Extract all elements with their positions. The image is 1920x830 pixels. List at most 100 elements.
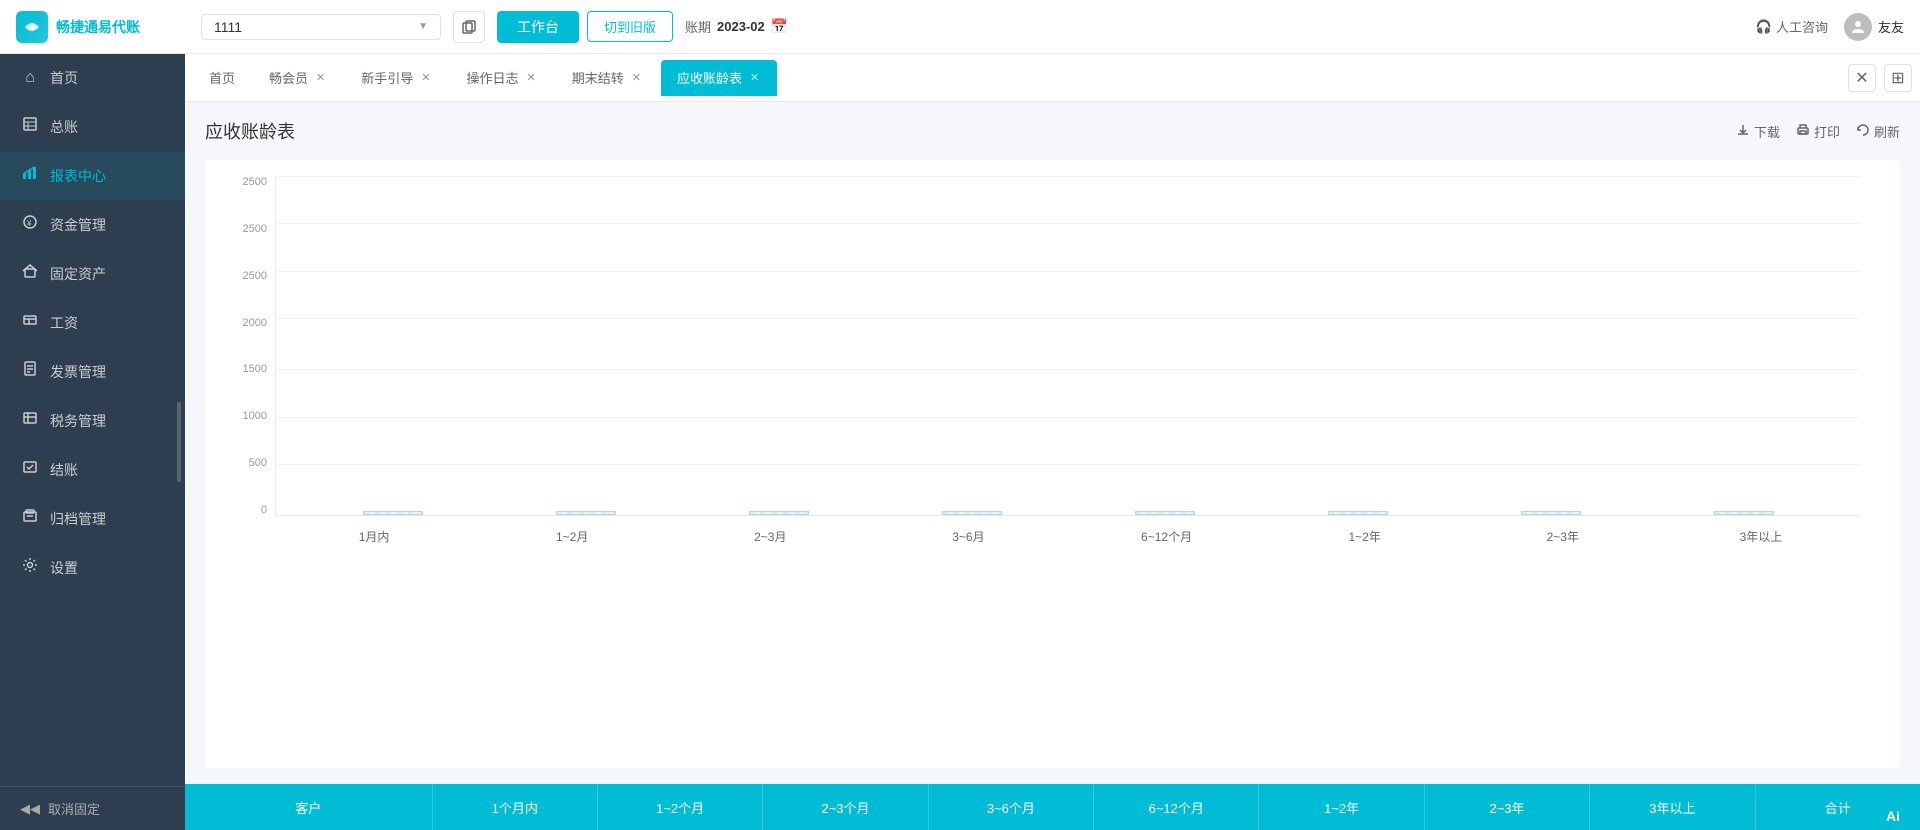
top-header: 畅捷通易代账 1111 ▼ 工作台 切到旧版 账期 2023-02 📅 🎧 人工… [0,0,1920,54]
sidebar-item-home[interactable]: ⌂ 首页 [0,54,185,102]
sidebar: ⌂ 首页 总账 报表 [0,54,185,830]
workbench-button[interactable]: 工作台 [497,11,579,43]
table-header-customer: 客户 [185,784,433,830]
bar-group-1-2month [489,511,682,515]
period-label: 账期 [685,17,711,36]
close-all-tabs-button[interactable]: ✕ [1848,64,1876,92]
x-label-2-3year: 2~3年 [1464,528,1662,545]
sidebar-item-assets[interactable]: 固定资产 [0,249,185,298]
sidebar-label-funds: 资金管理 [50,215,106,235]
download-button[interactable]: 下载 [1736,122,1780,141]
bar-2-3month [749,511,809,515]
invoice-icon [20,361,40,382]
headset-icon: 🎧 [1756,19,1772,35]
sidebar-item-funds[interactable]: ¥ 资金管理 [0,200,185,249]
sidebar-item-archive[interactable]: 归档管理 [0,494,185,543]
download-label: 下载 [1754,122,1780,141]
tab-ar-aging-label: 应收账龄表 [677,68,742,87]
table-header-2-3year: 2~3年 [1425,784,1590,830]
tab-ar-aging-close[interactable]: ✕ [748,71,761,84]
refresh-button[interactable]: 刷新 [1856,122,1900,141]
pin-icon: ◀◀ [20,801,40,817]
download-icon [1736,123,1750,140]
logo-icon [16,11,48,43]
sidebar-item-tax[interactable]: 税务管理 [0,396,185,445]
period-value: 2023-02 [717,19,765,34]
sidebar-label-checkout: 结账 [50,460,78,480]
header-icons [453,11,485,43]
user-avatar [1844,13,1872,41]
tab-member-close[interactable]: ✕ [314,71,327,84]
table-header-row: 客户 1个月内 1~2个月 2~3个月 3~6个月 6~12个月 1~2年 2~… [185,784,1920,830]
main-layout: ⌂ 首页 总账 报表 [0,54,1920,830]
header-right: 🎧 人工咨询 友友 [1756,13,1904,41]
user-area[interactable]: 友友 [1844,13,1904,41]
tab-oplog[interactable]: 操作日志 ✕ [450,60,553,96]
tab-bar-actions: ✕ ⊞ [1848,64,1912,92]
sidebar-label-archive: 归档管理 [50,509,106,529]
chart-container: 2500 2500 2500 2000 1500 1000 500 0 [205,160,1900,768]
bar-1month [363,511,423,515]
sidebar-item-invoice[interactable]: 发票管理 [0,347,185,396]
tab-member[interactable]: 畅会员 ✕ [253,60,343,96]
user-name: 友友 [1878,17,1904,36]
page-title: 应收账龄表 [205,118,295,144]
tab-ar-aging[interactable]: 应收账龄表 ✕ [661,60,777,96]
tab-home[interactable]: 首页 [193,60,251,96]
page-content: 应收账龄表 下载 [185,102,1920,784]
company-selector[interactable]: 1111 ▼ [201,14,441,40]
bar-2-3year [1521,511,1581,515]
y-axis: 2500 2500 2500 2000 1500 1000 500 0 [225,176,275,516]
settings-icon [20,557,40,578]
table-header-1month: 1个月内 [433,784,598,830]
copy-icon-btn[interactable] [453,11,485,43]
sidebar-item-report[interactable]: 报表中心 [0,151,185,200]
print-button[interactable]: 打印 [1796,122,1840,141]
x-label-1-2month: 1~2月 [473,528,671,545]
tab-guide-label: 新手引导 [361,68,413,87]
svg-text:¥: ¥ [26,219,32,228]
sidebar-scroll-indicator [177,402,181,482]
calendar-icon[interactable]: 📅 [771,18,788,35]
sidebar-item-settings[interactable]: 设置 [0,543,185,592]
x-label-1-2year: 1~2年 [1266,528,1464,545]
salary-icon [20,312,40,333]
cancel-pin-button[interactable]: ◀◀ 取消固定 [0,786,185,830]
assets-icon [20,263,40,284]
bar-group-2-3month [682,511,875,515]
checkout-icon [20,459,40,480]
chevron-down-icon: ▼ [418,21,428,32]
page-actions: 下载 打印 [1736,122,1900,141]
ai-badge[interactable]: Ai [1866,802,1920,830]
bar-group-6-12month [1068,511,1261,515]
print-icon [1796,123,1810,140]
tab-period-end-close[interactable]: ✕ [630,71,643,84]
table-header-1-2year: 1~2年 [1259,784,1424,830]
tab-guide-close[interactable]: ✕ [419,71,432,84]
table-header-3-6month: 3~6个月 [929,784,1094,830]
bar-3-6month [942,511,1002,515]
sidebar-label-home: 首页 [50,68,78,88]
sidebar-item-checkout[interactable]: 结账 [0,445,185,494]
ledger-icon [20,116,40,137]
consult-button[interactable]: 🎧 人工咨询 [1756,17,1828,36]
y-label-0: 0 [261,504,267,516]
sidebar-item-ledger[interactable]: 总账 [0,102,185,151]
home-icon: ⌂ [20,69,40,87]
expand-tabs-button[interactable]: ⊞ [1884,64,1912,92]
switch-version-button[interactable]: 切到旧版 [587,11,673,42]
tab-period-end[interactable]: 期末结转 ✕ [556,60,659,96]
table-header-1-2month: 1~2个月 [598,784,763,830]
sidebar-item-salary[interactable]: 工资 [0,298,185,347]
report-icon [20,165,40,186]
bars-area [276,176,1860,515]
bar-1-2month [556,511,616,515]
tab-oplog-label: 操作日志 [466,68,518,87]
tab-guide[interactable]: 新手引导 ✕ [345,60,448,96]
table-header-2-3month: 2~3个月 [763,784,928,830]
logo-area: 畅捷通易代账 [16,11,201,43]
bar-6-12month [1135,511,1195,515]
tab-oplog-close[interactable]: ✕ [525,71,538,84]
logo-text: 畅捷通易代账 [56,17,140,37]
tax-icon [20,410,40,431]
